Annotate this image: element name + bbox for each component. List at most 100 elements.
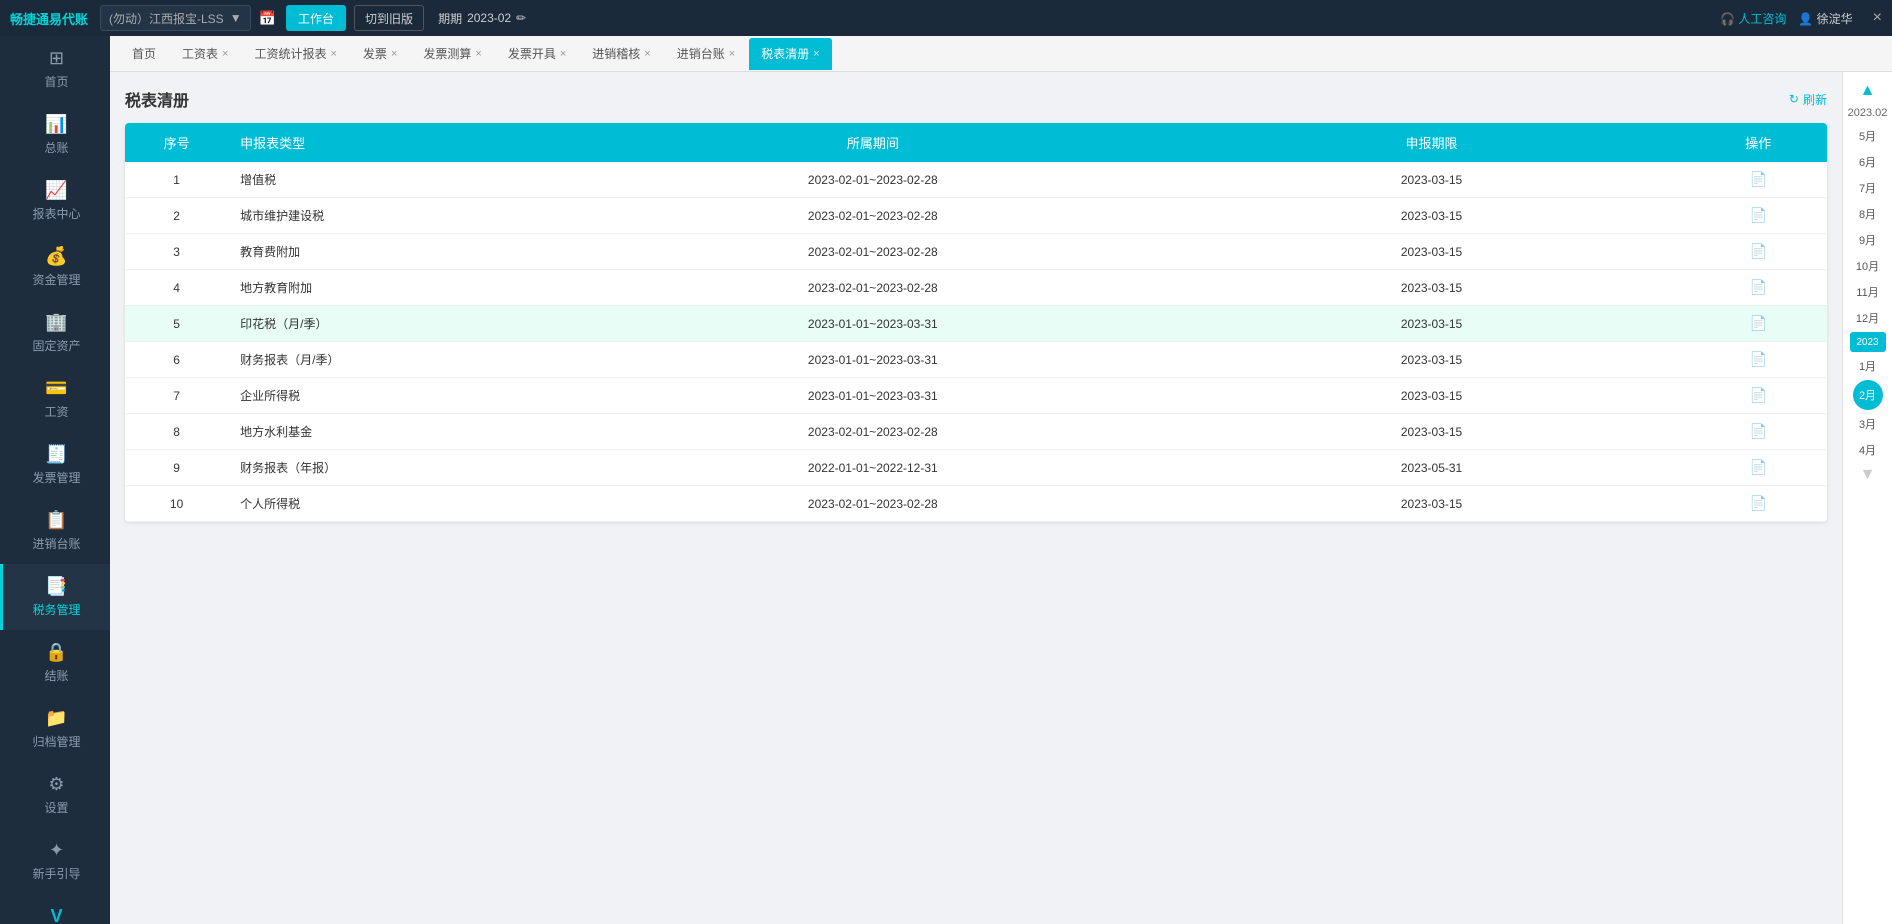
year-2023-btn[interactable]: 2023 [1850,332,1886,352]
table-row: 1 增值税 2023-02-01~2023-02-28 2023-03-15 📄 [125,162,1827,198]
cell-period: 2023-02-01~2023-02-28 [572,486,1174,522]
cell-action[interactable]: 📄 [1689,486,1827,522]
cell-action[interactable]: 📄 [1689,378,1827,414]
sidebar-item-home[interactable]: ⊞ 首页 [0,36,110,102]
panel-up-button[interactable]: ▲ [1858,80,1878,102]
sidebar-item-settings[interactable]: ⚙ 设置 [0,762,110,828]
tab-invoice-open-close[interactable]: × [560,48,566,60]
action-icon[interactable]: 📄 [1749,495,1766,511]
cell-action[interactable]: 📄 [1689,198,1827,234]
month-btn-jul[interactable]: 7月 [1850,176,1886,200]
month-btn-nov[interactable]: 11月 [1850,280,1886,304]
sidebar-item-closing[interactable]: 🔒 结账 [0,630,110,696]
tab-purchase-check[interactable]: 进销稽核 × [580,38,662,70]
sidebar-item-invoice[interactable]: 🧾 发票管理 [0,432,110,498]
workbench-button[interactable]: 工作台 [286,5,346,31]
month-btn-dec[interactable]: 12月 [1850,306,1886,330]
tab-invoice-calc-close[interactable]: × [475,48,481,60]
month-btn-feb[interactable]: 2月 [1853,380,1883,410]
sidebar-item-archive[interactable]: 📁 归档管理 [0,696,110,762]
cell-seq: 7 [125,378,228,414]
tab-invoice-open[interactable]: 发票开具 × [496,38,578,70]
tab-home[interactable]: 首页 [120,38,168,70]
sidebar-item-salary[interactable]: 💳 工资 [0,366,110,432]
tax-icon: 📑 [45,576,67,597]
home-icon: ⊞ [49,48,64,69]
sidebar-item-capital[interactable]: 💰 资金管理 [0,234,110,300]
table-body: 1 增值税 2023-02-01~2023-02-28 2023-03-15 📄… [125,162,1827,522]
month-btn-sep[interactable]: 9月 [1850,228,1886,252]
cell-action[interactable]: 📄 [1689,450,1827,486]
user-service-btn[interactable]: 🎧 人工咨询 [1720,10,1786,27]
sidebar: ⊞ 首页 📊 总账 📈 报表中心 💰 资金管理 🏢 固定资产 💳 工资 🧾 发票… [0,36,110,924]
page-header: 税表清册 ↻ 刷新 [125,87,1827,111]
action-icon[interactable]: 📄 [1749,387,1766,403]
invoice-icon: 🧾 [45,444,67,465]
month-btn-may[interactable]: 5月 [1850,124,1886,148]
tab-invoice-calc[interactable]: 发票测算 × [411,38,493,70]
cell-seq: 8 [125,414,228,450]
month-btn-apr[interactable]: 4月 [1850,438,1886,462]
cell-type: 地方水利基金 [228,414,572,450]
tab-invoice[interactable]: 发票 × [351,38,409,70]
action-icon[interactable]: 📄 [1749,243,1766,259]
sidebar-item-member[interactable]: V 畅会员 [0,894,110,924]
page-content: 税表清册 ↻ 刷新 序号 申报表类型 所属期间 申报期限 操作 [110,72,1842,924]
cell-action[interactable]: 📄 [1689,306,1827,342]
sidebar-item-assets[interactable]: 🏢 固定资产 [0,300,110,366]
cell-action[interactable]: 📄 [1689,270,1827,306]
sidebar-item-report[interactable]: 📈 报表中心 [0,168,110,234]
ledger-icon: 📊 [45,114,67,135]
tab-salary-report-label: 工资统计报表 [254,45,326,62]
tab-salary-table[interactable]: 工资表 × [170,38,240,70]
tab-purchase-check-close[interactable]: × [644,48,650,60]
month-btn-jun[interactable]: 6月 [1850,150,1886,174]
tab-tax-clearance[interactable]: 税表清册 × [749,38,831,70]
sidebar-item-tax[interactable]: 📑 税务管理 [0,564,110,630]
action-icon[interactable]: 📄 [1749,351,1766,367]
tab-purchase-ledger[interactable]: 进销台账 × [665,38,747,70]
report-icon: 📈 [45,180,67,201]
tab-salary-table-close[interactable]: × [222,48,228,60]
table-row: 4 地方教育附加 2023-02-01~2023-02-28 2023-03-1… [125,270,1827,306]
tab-salary-report-close[interactable]: × [330,48,336,60]
tab-tax-clearance-close[interactable]: × [813,48,819,60]
action-icon[interactable]: 📄 [1749,423,1766,439]
month-btn-jan[interactable]: 1月 [1850,354,1886,378]
cell-action[interactable]: 📄 [1689,234,1827,270]
old-mode-button[interactable]: 切到旧版 [354,5,424,31]
month-btn-oct[interactable]: 10月 [1850,254,1886,278]
month-btn-aug[interactable]: 8月 [1850,202,1886,226]
action-icon[interactable]: 📄 [1749,171,1766,187]
cell-action[interactable]: 📄 [1689,414,1827,450]
action-icon[interactable]: 📄 [1749,315,1766,331]
tab-bar: 首页 工资表 × 工资统计报表 × 发票 × 发票测算 × 发票开具 × [110,36,1892,72]
calendar-icon[interactable]: 📅 [259,10,276,27]
tab-invoice-close[interactable]: × [391,48,397,60]
period-edit-icon[interactable]: ✏ [516,11,526,25]
sidebar-item-guide[interactable]: ✦ 新手引导 [0,828,110,894]
company-selector[interactable]: (勿动）江西报宝-LSS ▼ [100,5,251,31]
cell-period: 2022-01-01~2022-12-31 [572,450,1174,486]
refresh-button[interactable]: ↻ 刷新 [1789,91,1827,108]
close-button[interactable]: × [1873,9,1882,27]
user-name[interactable]: 👤 徐淀华 [1798,10,1852,27]
action-icon[interactable]: 📄 [1749,459,1766,475]
cell-action[interactable]: 📄 [1689,342,1827,378]
panel-down-button[interactable]: ▼ [1858,464,1878,486]
sidebar-label-salary: 工资 [44,403,68,420]
tab-salary-report[interactable]: 工资统计报表 × [242,38,348,70]
action-icon[interactable]: 📄 [1749,207,1766,223]
cell-period: 2023-02-01~2023-02-28 [572,162,1174,198]
guide-icon: ✦ [49,840,64,861]
tab-purchase-ledger-close[interactable]: × [729,48,735,60]
sidebar-item-ledger[interactable]: 📊 总账 [0,102,110,168]
action-icon[interactable]: 📄 [1749,279,1766,295]
sidebar-item-purchase[interactable]: 📋 进销台账 [0,498,110,564]
sidebar-label-home: 首页 [44,73,68,90]
cell-action[interactable]: 📄 [1689,162,1827,198]
sidebar-label-ledger: 总账 [44,139,68,156]
month-btn-mar[interactable]: 3月 [1850,412,1886,436]
cell-period: 2023-01-01~2023-03-31 [572,306,1174,342]
col-header-period: 所属期间 [572,123,1174,162]
